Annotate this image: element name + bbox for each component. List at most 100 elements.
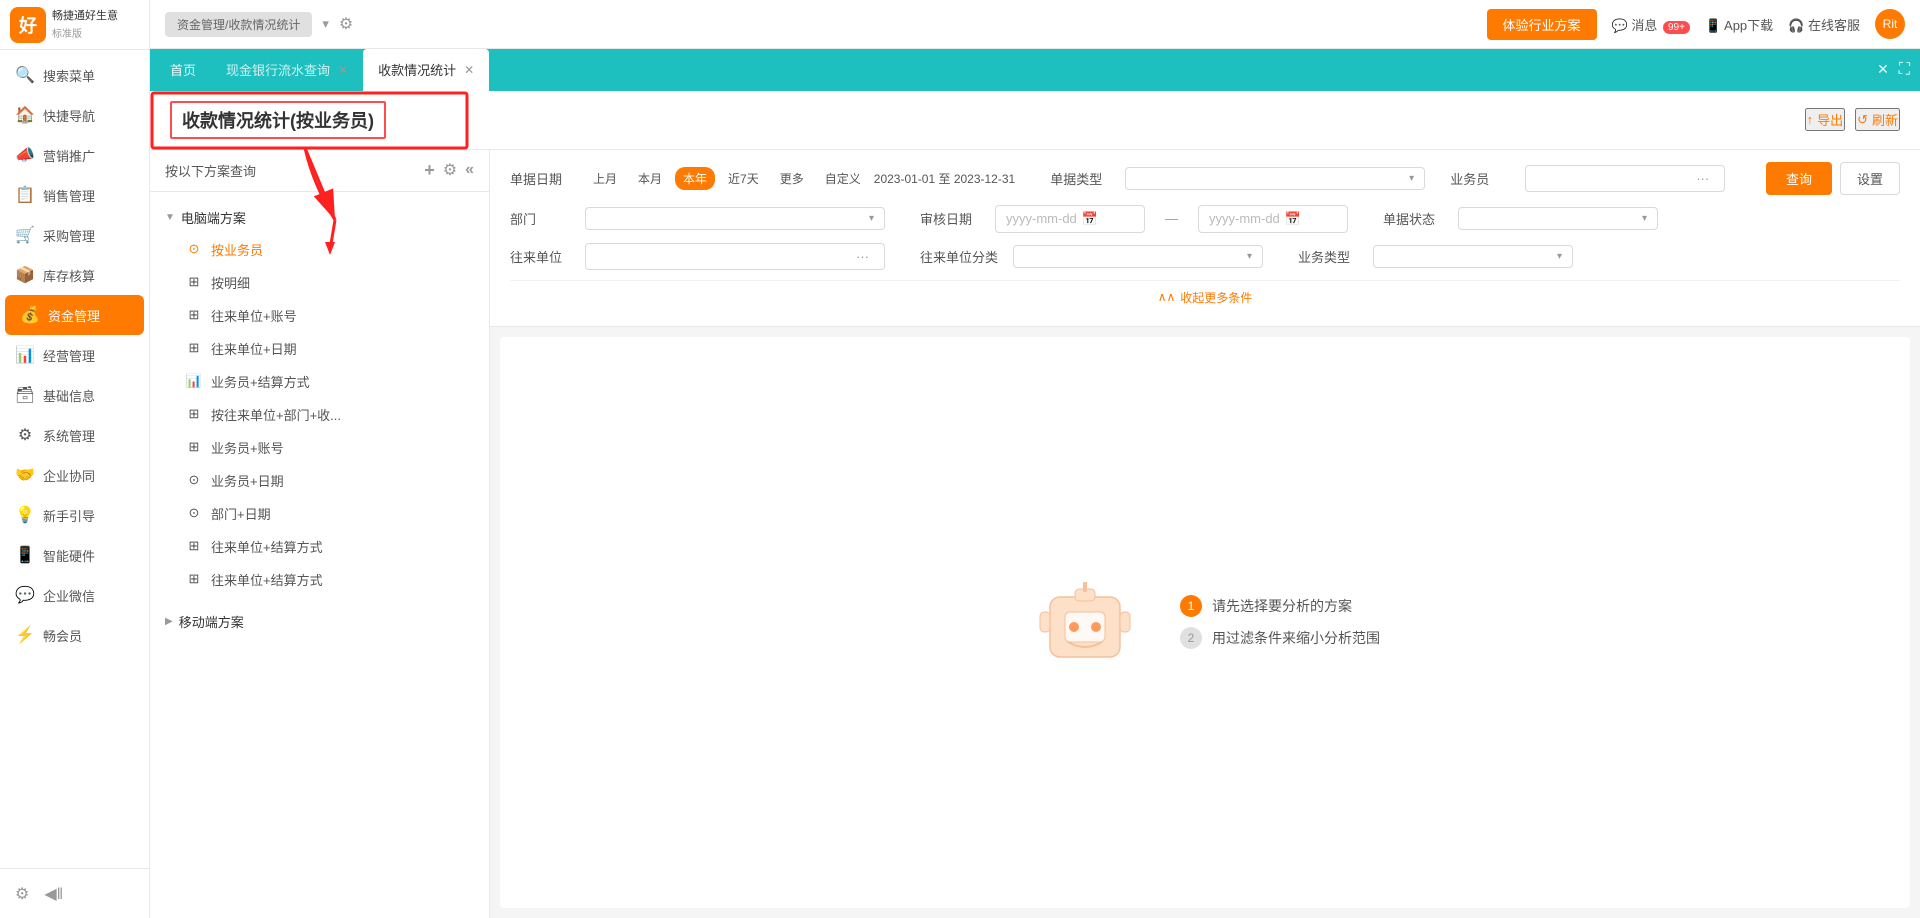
sidebar-item-member[interactable]: ⚡ 畅会员 [0, 615, 149, 655]
partner-dots-icon[interactable]: ··· [856, 249, 869, 264]
sidebar-item-purchase[interactable]: 🛒 采购管理 [0, 215, 149, 255]
tree-item-staff-account[interactable]: ⊞ 业务员+账号 [150, 431, 489, 464]
date-tab-this-year[interactable]: 本年 [675, 167, 715, 190]
tree-item-partner-account[interactable]: ⊞ 往来单位+账号 [150, 299, 489, 332]
stock-icon: 📦 [15, 265, 35, 285]
sidebar-item-label: 库存核算 [43, 266, 95, 285]
settings-bottom-icon[interactable]: ⚙ [15, 884, 29, 904]
guide-icon: 💡 [15, 505, 35, 525]
date-tab-this-month[interactable]: 本月 [630, 167, 670, 190]
tree-item-label: 按业务员 [211, 240, 263, 259]
sidebar-item-hardware[interactable]: 📱 智能硬件 [0, 535, 149, 575]
audit-date-start-placeholder: yyyy-mm-dd [1006, 211, 1077, 226]
refresh-icon: ↺ [1857, 112, 1868, 128]
tab-collection[interactable]: 收款情况统计 ✕ [363, 49, 489, 90]
tab-close-all-icon[interactable]: ✕ [1877, 61, 1889, 78]
tree-item-by-staff[interactable]: ⊙ 按业务员 [150, 233, 489, 266]
tree-item-label: 按明细 [211, 273, 250, 292]
tree-area: ▼ 电脑端方案 ⊙ 按业务员 ⊞ 按明细 ⊞ 往来单位+账号 [150, 192, 489, 918]
scheme-settings-button[interactable]: ⚙ [443, 160, 457, 180]
collapse-sidebar-icon[interactable]: ◀‖ [44, 884, 63, 904]
member-icon: ⚡ [15, 625, 35, 645]
sidebar-item-sales[interactable]: 📋 销售管理 [0, 175, 149, 215]
breadcrumb-dropdown-icon[interactable]: ▾ [322, 16, 329, 32]
tab-bank-flow-close[interactable]: ✕ [338, 63, 348, 77]
voucher-type-select[interactable]: ▾ [1125, 167, 1425, 190]
partner-select[interactable]: ··· [585, 243, 885, 270]
audit-date-start-input[interactable]: yyyy-mm-dd 📅 [995, 205, 1145, 233]
sidebar-item-wechat[interactable]: 💬 企业微信 [0, 575, 149, 615]
sidebar-item-enterprise[interactable]: 🤝 企业协同 [0, 455, 149, 495]
tree-group-desktop-title[interactable]: ▼ 电脑端方案 [150, 202, 489, 233]
page-header-actions: ↑ 导出 ↺ 刷新 [1805, 108, 1900, 131]
tree-item-staff-settle[interactable]: 📊 业务员+结算方式 [150, 365, 489, 398]
calendar-end-icon: 📅 [1285, 211, 1301, 227]
breadcrumb: 资金管理/收款情况统计 [165, 12, 312, 37]
partner-settle2-icon: ⊞ [185, 570, 203, 588]
tree-item-dept-date[interactable]: ⊙ 部门+日期 [150, 497, 489, 530]
sidebar-item-label: 资金管理 [48, 306, 100, 325]
collapse-filter-button[interactable]: ∧∧ 收起更多条件 [510, 280, 1900, 314]
settings-button[interactable]: 设置 [1840, 162, 1900, 195]
tree-item-partner-dept[interactable]: ⊞ 按往来单位+部门+收... [150, 398, 489, 431]
partner-category-select[interactable]: ▾ [1013, 245, 1263, 268]
collapse-up-icon: ∧∧ [1158, 290, 1176, 304]
tree-item-partner-settle1[interactable]: ⊞ 往来单位+结算方式 [150, 530, 489, 563]
tab-collection-label: 收款情况统计 [378, 60, 456, 79]
tree-item-staff-date[interactable]: ⊙ 业务员+日期 [150, 464, 489, 497]
tab-home[interactable]: 首页 [155, 60, 211, 79]
online-service-icon[interactable]: 🎧 在线客服 [1788, 15, 1860, 34]
trial-plan-button[interactable]: 体验行业方案 [1487, 9, 1597, 40]
staff-select[interactable]: ··· [1525, 165, 1725, 192]
sidebar-item-finance[interactable]: 💰 资金管理 [5, 295, 144, 335]
tab-bank-flow[interactable]: 现金银行流水查询 ✕ [211, 49, 363, 90]
export-button[interactable]: ↑ 导出 [1805, 108, 1846, 131]
sidebar-item-system[interactable]: ⚙ 系统管理 [0, 415, 149, 455]
audit-date-end-input[interactable]: yyyy-mm-dd 📅 [1198, 205, 1348, 233]
voucher-status-dropdown-icon: ▾ [1642, 213, 1647, 224]
collapse-panel-button[interactable]: « [465, 161, 474, 179]
tree-item-label: 部门+日期 [211, 504, 271, 523]
empty-step-2: 2 用过滤条件来缩小分析范围 [1180, 627, 1380, 649]
query-button[interactable]: 查询 [1766, 162, 1832, 195]
tree-group-mobile-title[interactable]: ▶ 移动端方案 [150, 606, 489, 637]
date-tab-custom[interactable]: 自定义 [817, 167, 869, 190]
notification-icon[interactable]: 💬 消息 99+ [1612, 15, 1690, 34]
app-download-icon[interactable]: 📱 App下载 [1705, 15, 1773, 34]
sidebar-item-label: 企业微信 [43, 586, 95, 605]
tree-item-label: 往来单位+结算方式 [211, 570, 323, 589]
voucher-type-label: 单据类型 [1050, 169, 1110, 188]
tree-item-label: 往来单位+账号 [211, 306, 297, 325]
refresh-button[interactable]: ↺ 刷新 [1855, 108, 1900, 131]
partner-dept-icon: ⊞ [185, 405, 203, 423]
sidebar-item-search-menu[interactable]: 🔍 搜索菜单 [0, 55, 149, 95]
group-label: 电脑端方案 [181, 208, 246, 227]
dept-select[interactable]: ▾ [585, 207, 885, 230]
date-tab-last-7-days[interactable]: 近7天 [720, 167, 767, 190]
sidebar-item-quick-nav[interactable]: 🏠 快捷导航 [0, 95, 149, 135]
tree-item-by-detail[interactable]: ⊞ 按明细 [150, 266, 489, 299]
settings-header-icon[interactable]: ⚙ [339, 14, 353, 34]
tree-item-partner-date[interactable]: ⊞ 往来单位+日期 [150, 332, 489, 365]
sidebar-item-marketing[interactable]: 📣 营销推广 [0, 135, 149, 175]
business-type-select[interactable]: ▾ [1373, 245, 1573, 268]
voucher-status-select[interactable]: ▾ [1458, 207, 1658, 230]
notification-badge: 99+ [1663, 21, 1690, 34]
staff-dots-icon[interactable]: ··· [1696, 171, 1709, 186]
sidebar-item-operation[interactable]: 📊 经营管理 [0, 335, 149, 375]
tree-item-partner-settle2[interactable]: ⊞ 往来单位+结算方式 [150, 563, 489, 596]
sidebar-item-guide[interactable]: 💡 新手引导 [0, 495, 149, 535]
sidebar-item-stock[interactable]: 📦 库存核算 [0, 255, 149, 295]
date-tab-last-month[interactable]: 上月 [585, 167, 625, 190]
add-scheme-button[interactable]: + [424, 160, 435, 181]
dept-date-icon: ⊙ [185, 504, 203, 522]
date-tab-more[interactable]: 更多 [772, 167, 812, 190]
sidebar-item-basic[interactable]: 🗃 基础信息 [0, 375, 149, 415]
marketing-icon: 📣 [15, 145, 35, 165]
enterprise-icon: 🤝 [15, 465, 35, 485]
tab-expand-icon[interactable]: ⛶ [1899, 61, 1910, 79]
avatar[interactable]: Rit [1875, 9, 1905, 39]
tab-collection-close[interactable]: ✕ [464, 63, 474, 77]
app-download-label: App下载 [1724, 18, 1773, 33]
sidebar-item-label: 销售管理 [43, 186, 95, 205]
